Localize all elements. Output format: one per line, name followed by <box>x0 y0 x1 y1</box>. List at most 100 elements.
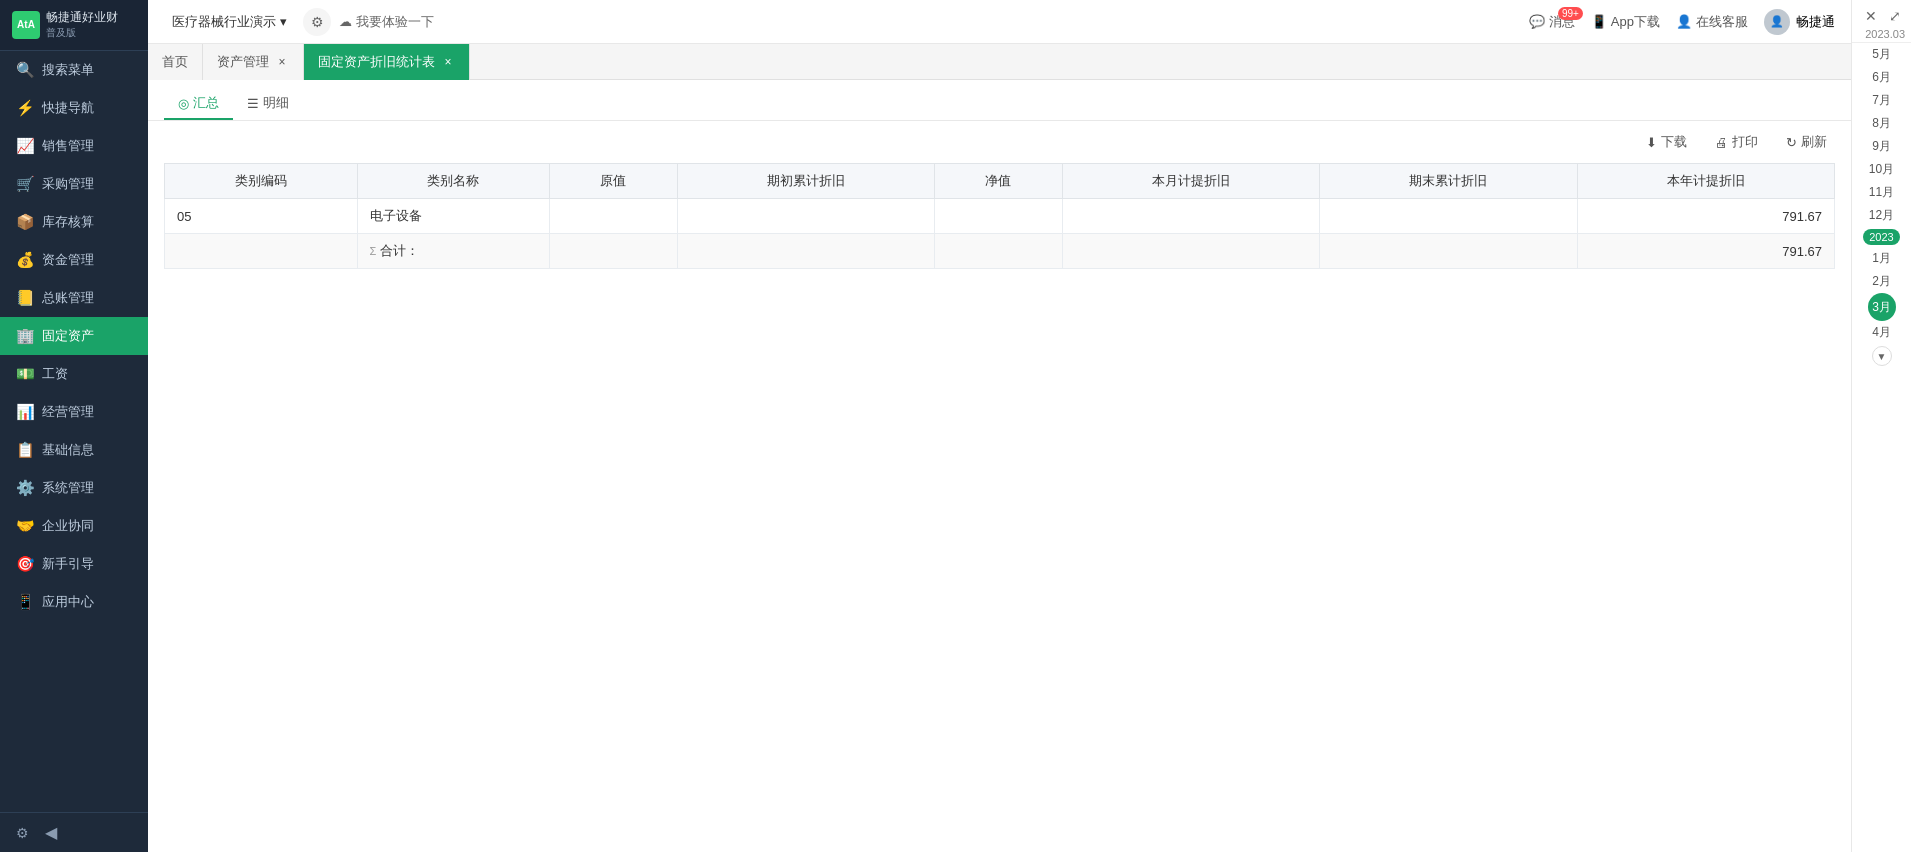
logo-icon: AtA <box>12 11 40 39</box>
date-year-2023: 2023 <box>1863 229 1899 245</box>
sidebar-bottom: ⚙ ◀ <box>0 812 148 852</box>
subtab-detail-label: 明细 <box>263 94 289 112</box>
table-total-cell <box>1320 234 1578 269</box>
sidebar-item-label: 总账管理 <box>42 289 94 307</box>
experience-button[interactable]: ☁ 我要体验一下 <box>339 13 434 31</box>
table-body: 05电子设备791.67Σ合计：791.67 <box>165 199 1835 269</box>
tab-close-depreciation[interactable]: × <box>441 55 455 69</box>
company-selector[interactable]: 医疗器械行业演示 ▾ <box>164 9 295 35</box>
depreciation-table: 类别编码类别名称原值期初累计折旧净值本月计提折旧期末累计折旧本年计提折旧 05电… <box>164 163 1835 269</box>
messages-badge: 99+ <box>1558 7 1583 20</box>
table-total-cell <box>165 234 358 269</box>
sidebar-item-ledger[interactable]: 📒总账管理 <box>0 279 148 317</box>
table-col-header: 期末累计折旧 <box>1320 164 1578 199</box>
messages-button[interactable]: 💬 消息 99+ <box>1529 13 1575 31</box>
app-logo: AtA 畅捷通好业财 普及版 <box>0 0 148 51</box>
sidebar-item-bizcolab[interactable]: 🤝 企业协同 <box>0 507 148 545</box>
sidebar-item-label: 企业协同 <box>42 517 94 535</box>
date-nav-down[interactable]: ▼ <box>1872 346 1892 366</box>
date-month-prev[interactable]: 6月 <box>1856 66 1907 89</box>
table-col-header: 期初累计折旧 <box>677 164 935 199</box>
date-month-prev[interactable]: 12月 <box>1856 204 1907 227</box>
topbar-left: 医疗器械行业演示 ▾ ⚙ ☁ 我要体验一下 <box>164 8 434 36</box>
sidebar-item-bizmanage[interactable]: 📊经营管理 <box>0 393 148 431</box>
sidebar-item-label: 销售管理 <box>42 137 94 155</box>
sidebar-item-sales[interactable]: 📈销售管理 <box>0 127 148 165</box>
online-support-button[interactable]: 👤 在线客服 <box>1676 13 1748 31</box>
date-month-prev[interactable]: 8月 <box>1856 112 1907 135</box>
date-scroll[interactable]: 5月6月7月8月9月10月11月12月 2023 1月2月3月4月▼ <box>1852 43 1911 852</box>
table-col-header: 本月计提折旧 <box>1062 164 1320 199</box>
table-col-header: 净值 <box>935 164 1063 199</box>
table-col-header: 本年计提折旧 <box>1577 164 1835 199</box>
date-month-prev[interactable]: 5月 <box>1856 43 1907 66</box>
print-button[interactable]: 🖨 打印 <box>1707 129 1766 155</box>
date-month-2023[interactable]: 4月 <box>1856 321 1907 344</box>
right-panel: ✕ ⤢ 2023.03 5月6月7月8月9月10月11月12月20231月2月3… <box>1851 0 1911 852</box>
close-panel-button[interactable]: ✕ <box>1861 6 1881 26</box>
download-label: 下载 <box>1661 133 1687 151</box>
table-cell: 电子设备 <box>357 199 550 234</box>
subtab-summary[interactable]: ◎汇总 <box>164 88 233 120</box>
subtab-summary-icon: ◎ <box>178 96 189 111</box>
date-month-prev[interactable]: 10月 <box>1856 158 1907 181</box>
table-total-row: Σ合计：791.67 <box>165 234 1835 269</box>
user-area[interactable]: 👤 畅捷通 <box>1764 9 1835 35</box>
sidebar-item-label: 经营管理 <box>42 403 94 421</box>
sidebar-item-fixedasset[interactable]: 🏢固定资产 <box>0 317 148 355</box>
table-cell <box>677 199 935 234</box>
sidebar-item-label: 搜索菜单 <box>42 61 94 79</box>
tab-close-assetmanage[interactable]: × <box>275 55 289 69</box>
print-label: 打印 <box>1732 133 1758 151</box>
sidebar-item-funds[interactable]: 💰资金管理 <box>0 241 148 279</box>
date-month-prev[interactable]: 9月 <box>1856 135 1907 158</box>
date-month-2023[interactable]: 2月 <box>1856 270 1907 293</box>
sidebar-item-label: 固定资产 <box>42 327 94 345</box>
table-total-cell: Σ合计： <box>357 234 550 269</box>
cloud-icon: ☁ <box>339 14 352 29</box>
main-area: 医疗器械行业演示 ▾ ⚙ ☁ 我要体验一下 💬 消息 99+ 📱 App下载 👤… <box>148 0 1851 852</box>
sidebar-item-payroll[interactable]: 💵工资 <box>0 355 148 393</box>
subtab-detail[interactable]: ☰明细 <box>233 88 303 120</box>
sidebar-item-basicinfo[interactable]: 📋基础信息 <box>0 431 148 469</box>
sidebar-item-sysmanage[interactable]: ⚙️系统管理 <box>0 469 148 507</box>
tab-home[interactable]: 首页 <box>148 44 203 80</box>
sidebar-item-purchase[interactable]: 🛒 采购管理 <box>0 165 148 203</box>
sidebar-item-label: 新手引导 <box>42 555 94 573</box>
app-download-label: App下载 <box>1611 13 1660 31</box>
date-month-2023[interactable]: 1月 <box>1856 247 1907 270</box>
table-cell <box>550 199 678 234</box>
sidebar-item-label: 应用中心 <box>42 593 94 611</box>
date-month-2023[interactable]: 3月 <box>1868 293 1896 321</box>
sidebar-item-inventory[interactable]: 📦库存核算 <box>0 203 148 241</box>
sidebar-collapse-icon[interactable]: ◀ <box>45 823 57 842</box>
tab-depreciation[interactable]: 固定资产折旧统计表× <box>304 44 470 80</box>
funds-icon: 💰 <box>16 251 34 269</box>
purchase-icon: 🛒 <box>16 175 34 193</box>
tab-assetmanage[interactable]: 资产管理 × <box>203 44 304 80</box>
expand-panel-button[interactable]: ⤢ <box>1885 6 1905 26</box>
topbar-settings-button[interactable]: ⚙ <box>303 8 331 36</box>
date-month-prev[interactable]: 7月 <box>1856 89 1907 112</box>
right-panel-header: ✕ ⤢ <box>1852 0 1911 26</box>
tab-label: 资产管理 <box>217 53 269 71</box>
sidebar-item-search[interactable]: 🔍搜索菜单 <box>0 51 148 89</box>
bizcolab-icon: 🤝 <box>16 517 34 535</box>
table-total-cell <box>935 234 1063 269</box>
table-col-header: 类别编码 <box>165 164 358 199</box>
sidebar-item-appcenter[interactable]: 📱应用中心 <box>0 583 148 621</box>
date-month-prev[interactable]: 11月 <box>1856 181 1907 204</box>
app-download-button[interactable]: 📱 App下载 <box>1591 13 1660 31</box>
tabs-bar: 首页资产管理×固定资产折旧统计表× <box>148 44 1851 80</box>
refresh-button[interactable]: ↻ 刷新 <box>1778 129 1835 155</box>
sidebar-item-newguide[interactable]: 🎯新手引导 <box>0 545 148 583</box>
download-button[interactable]: ⬇ 下载 <box>1638 129 1695 155</box>
sidebar-settings-icon[interactable]: ⚙ <box>16 825 29 841</box>
sidebar-item-label: 采购管理 <box>42 175 94 193</box>
headset-icon: 👤 <box>1676 14 1692 29</box>
sidebar-item-quicknav[interactable]: ⚡快捷导航 <box>0 89 148 127</box>
payroll-icon: 💵 <box>16 365 34 383</box>
content-area: ◎汇总☰明细 ⬇ 下载 🖨 打印 ↻ 刷新 类别编码类别名称原值 <box>148 80 1851 852</box>
experience-label: 我要体验一下 <box>356 13 434 31</box>
online-support-label: 在线客服 <box>1696 13 1748 31</box>
